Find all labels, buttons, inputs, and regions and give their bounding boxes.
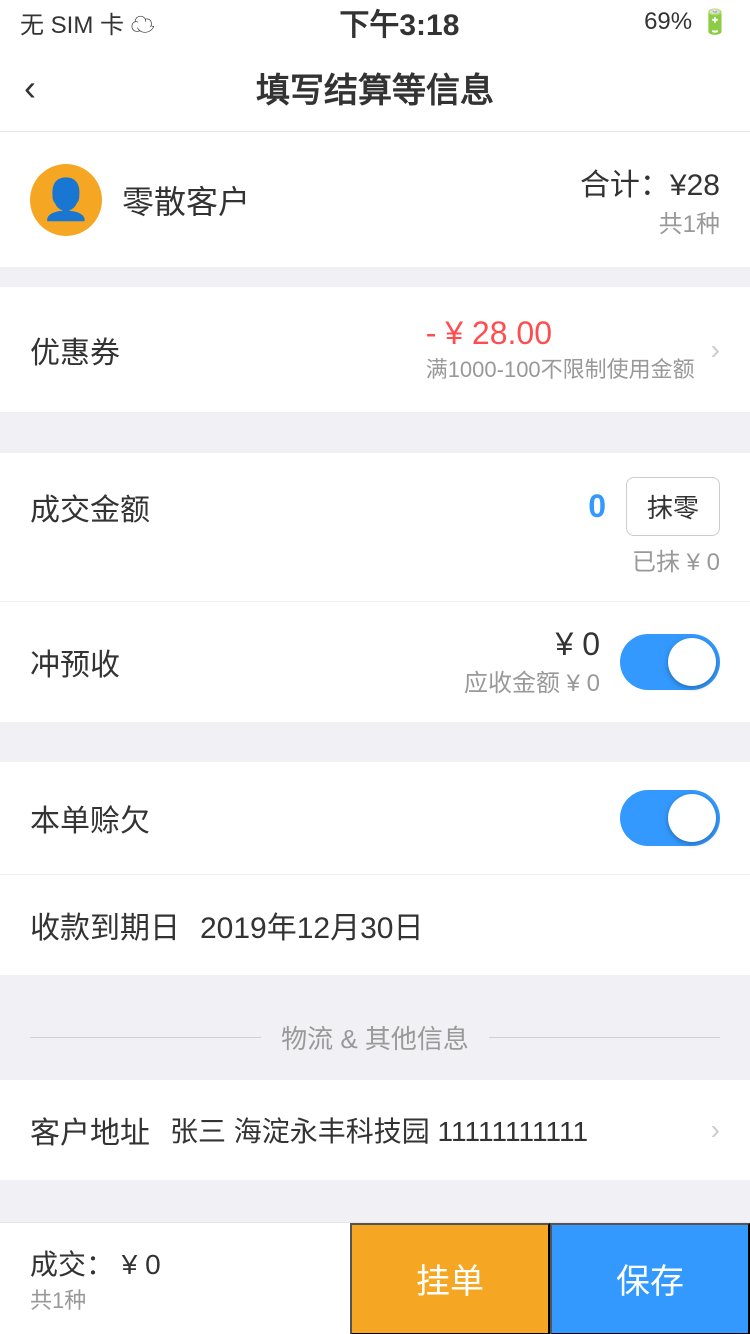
prepay-right: ¥ 0 应收金额 ¥ 0 xyxy=(464,626,720,698)
hang-order-button[interactable]: 挂单 xyxy=(350,1223,550,1334)
prepay-row: 冲预收 ¥ 0 应收金额 ¥ 0 xyxy=(0,602,750,722)
transaction-section: 成交金额 0 抹零 已抹 ¥ 0 冲预收 ¥ 0 应收金额 ¥ 0 xyxy=(0,453,750,722)
customer-section: 👤 零散客户 合计：¥28 共1种 xyxy=(0,132,750,267)
battery-icon: 🔋 xyxy=(700,8,730,37)
page-title: 填写结算等信息 xyxy=(256,63,494,112)
bottom-summary-main: 成交： ¥ 0 xyxy=(30,1243,320,1283)
debt-toggle[interactable] xyxy=(620,790,720,846)
due-date-value: 2019年12月30日 xyxy=(200,903,423,947)
address-chevron-icon: › xyxy=(711,1114,720,1146)
transaction-label: 成交金额 xyxy=(30,485,150,529)
discount-amount: - ¥ 28.00 xyxy=(426,315,695,352)
customer-left: 👤 零散客户 xyxy=(30,164,250,236)
transaction-right: 0 抹零 xyxy=(588,477,720,536)
address-row[interactable]: 客户地址 张三 海淀永丰科技园 11111111111 › xyxy=(0,1080,750,1180)
address-label: 客户地址 xyxy=(30,1108,150,1152)
coupon-values: - ¥ 28.00 满1000-100不限制使用金额 xyxy=(426,315,695,384)
toggle-knob xyxy=(668,638,716,686)
bottom-summary-sub: 共1种 xyxy=(30,1283,320,1315)
transaction-value: 0 xyxy=(588,488,606,525)
chevron-right-icon: › xyxy=(711,334,720,366)
prepay-main-value: ¥ 0 xyxy=(464,626,600,663)
customer-name: 零散客户 xyxy=(122,177,250,223)
status-left: 无 SIM 卡 ☁ xyxy=(20,5,155,40)
bottom-bar: 成交： ¥ 0 共1种 挂单 保存 xyxy=(0,1222,750,1334)
coupon-row[interactable]: 优惠券 - ¥ 28.00 满1000-100不限制使用金额 › xyxy=(0,287,750,413)
bottom-summary: 成交： ¥ 0 共1种 xyxy=(0,1243,350,1315)
content: 👤 零散客户 合计：¥28 共1种 优惠券 - ¥ 28.00 满1000-10… xyxy=(0,132,750,1320)
debt-row: 本单赊欠 xyxy=(0,762,750,874)
coupon-section[interactable]: 优惠券 - ¥ 28.00 满1000-100不限制使用金额 › xyxy=(0,287,750,413)
status-time: 下午3:18 xyxy=(339,0,459,44)
due-date-row: 收款到期日 2019年12月30日 xyxy=(0,874,750,975)
prepay-value: ¥ 0 应收金额 ¥ 0 xyxy=(464,626,600,698)
nav-bar: ‹ 填写结算等信息 xyxy=(0,44,750,132)
debt-label: 本单赊欠 xyxy=(30,796,150,840)
coupon-right: - ¥ 28.00 满1000-100不限制使用金额 › xyxy=(426,315,720,384)
prepay-label: 冲预收 xyxy=(30,640,120,684)
round-zero-button[interactable]: 抹零 xyxy=(626,477,720,536)
prepay-sub-value: 应收金额 ¥ 0 xyxy=(464,663,600,698)
logistics-header: 物流 & 其他信息 xyxy=(0,995,750,1080)
transaction-top: 成交金额 0 抹零 xyxy=(30,477,720,536)
due-date-label: 收款到期日 xyxy=(30,903,180,947)
address-section[interactable]: 客户地址 张三 海淀永丰科技园 11111111111 › xyxy=(0,1080,750,1180)
address-value: 张三 海淀永丰科技园 11111111111 xyxy=(170,1110,711,1150)
debt-toggle-knob xyxy=(668,794,716,842)
section-divider-1 xyxy=(0,433,750,453)
logistics-title: 物流 & 其他信息 xyxy=(261,1019,489,1056)
save-button[interactable]: 保存 xyxy=(550,1223,750,1334)
status-right: 69% 🔋 xyxy=(644,8,730,37)
prepay-toggle[interactable] xyxy=(620,634,720,690)
back-button[interactable]: ‹ xyxy=(24,67,36,109)
coupon-label: 优惠券 xyxy=(30,328,120,372)
customer-right: 合计：¥28 共1种 xyxy=(580,160,720,239)
section-divider-2 xyxy=(0,742,750,762)
status-bar: 无 SIM 卡 ☁ 下午3:18 69% 🔋 xyxy=(0,0,750,44)
battery-level: 69% xyxy=(644,8,692,36)
avatar-icon: 👤 xyxy=(41,176,91,223)
total-count: 共1种 xyxy=(580,204,720,239)
transaction-sub: 已抹 ¥ 0 xyxy=(30,542,720,577)
debt-section: 本单赊欠 收款到期日 2019年12月30日 xyxy=(0,762,750,975)
transaction-row: 成交金额 0 抹零 已抹 ¥ 0 xyxy=(0,453,750,602)
total-amount: 合计：¥28 xyxy=(580,160,720,204)
prepay-top: 冲预收 ¥ 0 应收金额 ¥ 0 xyxy=(30,626,720,698)
avatar: 👤 xyxy=(30,164,102,236)
sim-signal: 无 SIM 卡 ☁ xyxy=(20,5,155,40)
discount-note: 满1000-100不限制使用金额 xyxy=(426,352,695,384)
